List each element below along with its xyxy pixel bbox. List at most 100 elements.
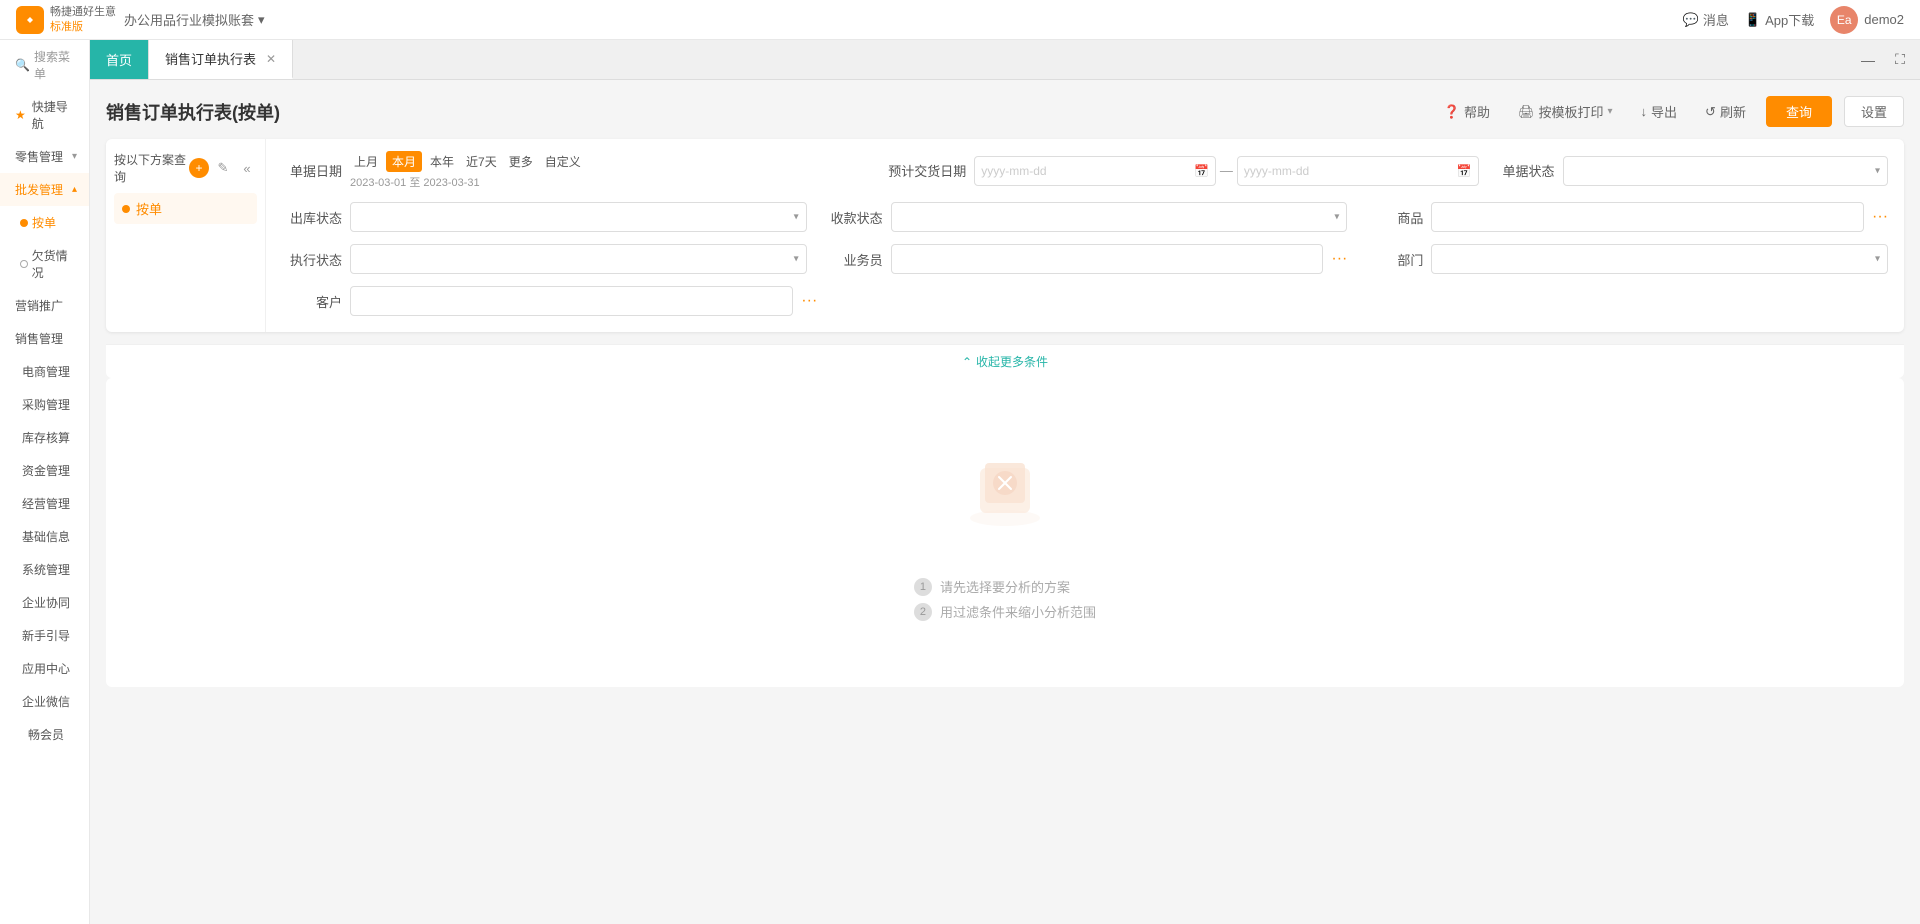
avatar: Ea: [1830, 6, 1858, 34]
shortcut-prev-month[interactable]: 上月: [350, 151, 382, 172]
sidebar-item-wholesale[interactable]: 批发管理 ▴: [0, 173, 89, 206]
sidebar-sub-item-按单[interactable]: 按单: [0, 206, 89, 239]
delivery-status-select[interactable]: [350, 202, 807, 232]
sidebar-search[interactable]: 🔍 搜索菜单: [0, 40, 89, 90]
filter-row-4: 客户 ···: [282, 286, 1888, 316]
template-print-btn[interactable]: 🖨 按模板打印 ▾: [1510, 98, 1621, 125]
empty-illustration: [955, 438, 1055, 557]
tab-sales-order[interactable]: 销售订单执行表 ✕: [149, 40, 293, 79]
print-icon: 🖨: [1518, 104, 1535, 120]
export-icon: ↓: [1641, 104, 1648, 119]
date-shortcuts: 上月 本月 本年 近7天 更多 自定义: [350, 151, 872, 172]
shortcut-more[interactable]: 更多: [505, 151, 537, 172]
page-content: 销售订单执行表(按单) ❓ 帮助 🖨 按模板打印 ▾ ↓ 导出: [90, 80, 1920, 924]
operations-label: 经营管理: [22, 495, 70, 512]
sidebar-item-operations[interactable]: 经营管理: [0, 487, 89, 520]
edit-scheme-btn[interactable]: ✎: [213, 158, 233, 178]
sidebar: 🔍 搜索菜单 ★ 快捷导航 零售管理 ▾ 批发管理 ▴ 按单 欠货情况: [0, 40, 90, 924]
filter-row-2: 出库状态 ▾ 收款状态: [282, 202, 1888, 232]
sales-label: 销售管理: [15, 330, 63, 347]
shortcut-7days[interactable]: 近7天: [462, 151, 501, 172]
sidebar-item-quick-nav[interactable]: ★ 快捷导航: [0, 90, 89, 140]
salesperson-more-icon[interactable]: ···: [1331, 250, 1347, 268]
exec-status-select[interactable]: [350, 244, 807, 274]
newbie-label: 新手引导: [22, 627, 70, 644]
page-actions: ❓ 帮助 🖨 按模板打印 ▾ ↓ 导出 ↺ 刷新: [1436, 96, 1904, 127]
status-select[interactable]: [1563, 156, 1889, 186]
option-dot: [122, 205, 130, 213]
collapse-conditions-btn[interactable]: ⌃ 收起更多条件: [106, 344, 1904, 378]
user-profile[interactable]: Ea demo2: [1830, 6, 1904, 34]
predict-date-start[interactable]: yyyy-mm-dd 📅: [974, 156, 1216, 186]
sidebar-item-basic[interactable]: 基础信息: [0, 520, 89, 553]
calendar-icon: 📅: [1194, 164, 1209, 178]
filter-row-1: 单据日期 上月 本月 本年 近7天 更多 自定义 20: [282, 151, 1888, 190]
scheme-option-按单[interactable]: 按单: [114, 193, 257, 224]
message-btn[interactable]: 💬 消息: [1683, 10, 1729, 29]
help-btn[interactable]: ❓ 帮助: [1436, 98, 1498, 125]
chevron-up-icon: ⌃: [962, 355, 972, 369]
app-download-btn[interactable]: 📱 App下载: [1745, 10, 1814, 29]
salesperson-field: 业务员 ···: [823, 244, 1348, 274]
department-field: 部门 ▾: [1363, 244, 1888, 274]
tab-close-btn[interactable]: ✕: [266, 52, 276, 66]
sidebar-item-wechat[interactable]: 企业微信: [0, 685, 89, 718]
empty-steps: 1 请先选择要分析的方案 2 用过滤条件来缩小分析范围: [914, 577, 1096, 627]
export-btn[interactable]: ↓ 导出: [1633, 98, 1686, 125]
sidebar-item-system[interactable]: 系统管理: [0, 553, 89, 586]
chevron-down-icon: ▾: [258, 12, 265, 28]
header-right: 💬 消息 📱 App下载 Ea demo2: [1683, 6, 1904, 34]
payment-status-label: 收款状态: [823, 208, 883, 227]
tab-home[interactable]: 首页: [90, 40, 149, 79]
payment-status-select[interactable]: [891, 202, 1348, 232]
retail-label: 零售管理: [15, 148, 63, 165]
tab-maximize-btn[interactable]: ⛶: [1888, 48, 1912, 72]
customer-more-icon[interactable]: ···: [801, 292, 817, 310]
shortcut-current-month[interactable]: 本月: [386, 151, 422, 172]
chevron-icon: ▾: [72, 151, 77, 162]
finance-label: 资金管理: [22, 462, 70, 479]
department-label: 部门: [1363, 250, 1423, 269]
product-more-icon[interactable]: ···: [1872, 208, 1888, 226]
collapse-sidebar-btn[interactable]: «: [237, 158, 257, 178]
sidebar-item-apps[interactable]: 应用中心: [0, 652, 89, 685]
settings-btn[interactable]: 设置: [1844, 96, 1904, 127]
product-input[interactable]: [1431, 202, 1864, 232]
ecommerce-label: 电商管理: [22, 363, 70, 380]
sidebar-item-ecommerce[interactable]: 电商管理: [0, 355, 89, 388]
sidebar-item-member[interactable]: 畅会员: [0, 718, 89, 751]
refresh-btn[interactable]: ↺ 刷新: [1697, 98, 1754, 125]
sidebar-item-sales[interactable]: 销售管理: [0, 322, 89, 355]
filter-panel: 按以下方案查询 + ✎ « 按单: [106, 139, 1904, 332]
sidebar-item-inventory[interactable]: 库存核算: [0, 421, 89, 454]
sidebar-item-enterprise[interactable]: 企业协同: [0, 586, 89, 619]
department-select[interactable]: [1431, 244, 1888, 274]
salesperson-input[interactable]: [891, 244, 1324, 274]
date-range-display: 2023-03-01 至 2023-03-31: [350, 174, 872, 190]
sidebar-item-newbie[interactable]: 新手引导: [0, 619, 89, 652]
status-label: 单据状态: [1495, 161, 1555, 180]
company-selector[interactable]: 办公用品行业模拟账套 ▾: [124, 10, 265, 29]
chevron-up-icon: ▴: [72, 184, 77, 195]
sidebar-item-finance[interactable]: 资金管理: [0, 454, 89, 487]
wholesale-label: 批发管理: [15, 181, 63, 198]
add-scheme-btn[interactable]: +: [189, 158, 209, 178]
logo-area: 畅捷通好生意 标准版: [16, 5, 116, 34]
sidebar-item-retail[interactable]: 零售管理 ▾: [0, 140, 89, 173]
status-select-wrapper: ▾: [1563, 156, 1889, 186]
shortcut-current-year[interactable]: 本年: [426, 151, 458, 172]
product-field: 商品 ···: [1363, 202, 1888, 232]
customer-label: 客户: [282, 292, 342, 311]
shortcut-custom[interactable]: 自定义: [541, 151, 585, 172]
sidebar-item-marketing[interactable]: 营销推广: [0, 289, 89, 322]
predict-date-end[interactable]: yyyy-mm-dd 📅: [1237, 156, 1479, 186]
product-label: 商品: [1363, 208, 1423, 227]
search-btn[interactable]: 查询: [1766, 96, 1832, 127]
sidebar-item-purchase[interactable]: 采购管理: [0, 388, 89, 421]
exec-status-label: 执行状态: [282, 250, 342, 269]
customer-input[interactable]: [350, 286, 793, 316]
sidebar-sub-item-欠货情况[interactable]: 欠货情况: [0, 239, 89, 289]
tab-minimize-btn[interactable]: —: [1856, 48, 1880, 72]
logo-icon: [16, 6, 44, 34]
payment-status-field: 收款状态 ▾: [823, 202, 1348, 232]
